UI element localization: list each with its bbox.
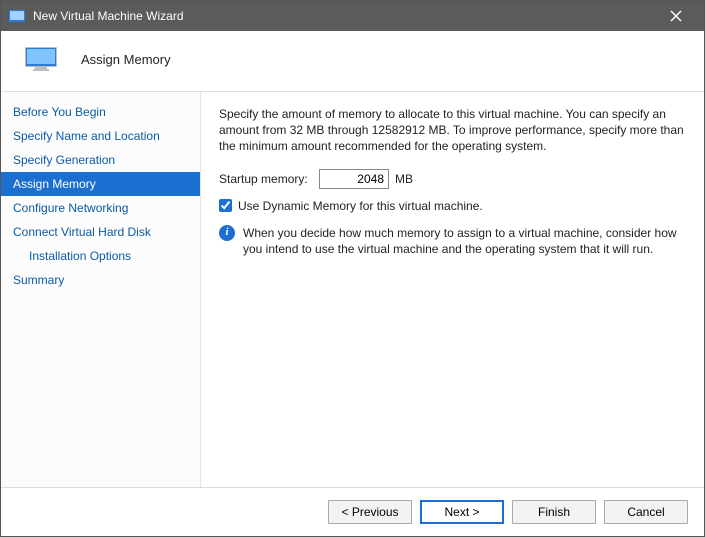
step-connect-vhd[interactable]: Connect Virtual Hard Disk: [1, 220, 200, 244]
wizard-body: Before You Begin Specify Name and Locati…: [1, 92, 704, 487]
previous-button[interactable]: < Previous: [328, 500, 412, 524]
step-specify-name[interactable]: Specify Name and Location: [1, 124, 200, 148]
step-configure-networking[interactable]: Configure Networking: [1, 196, 200, 220]
startup-memory-label: Startup memory:: [219, 172, 319, 186]
info-row: i When you decide how much memory to ass…: [219, 225, 686, 257]
step-before-you-begin[interactable]: Before You Begin: [1, 100, 200, 124]
wizard-header: Assign Memory: [1, 31, 704, 92]
monitor-icon: [25, 47, 57, 71]
description-text: Specify the amount of memory to allocate…: [219, 106, 686, 155]
finish-button[interactable]: Finish: [512, 500, 596, 524]
info-icon: i: [219, 225, 235, 241]
startup-memory-input[interactable]: [319, 169, 389, 189]
step-assign-memory[interactable]: Assign Memory: [1, 172, 200, 196]
dynamic-memory-label: Use Dynamic Memory for this virtual mach…: [238, 199, 483, 213]
close-button[interactable]: [656, 1, 696, 31]
info-text: When you decide how much memory to assig…: [243, 225, 686, 257]
step-summary[interactable]: Summary: [1, 268, 200, 292]
close-icon: [670, 10, 682, 22]
steps-sidebar: Before You Begin Specify Name and Locati…: [1, 92, 201, 487]
wizard-icon: [9, 8, 25, 24]
startup-memory-row: Startup memory: MB: [219, 169, 686, 189]
step-specify-generation[interactable]: Specify Generation: [1, 148, 200, 172]
wizard-window: New Virtual Machine Wizard Assign Memory…: [0, 0, 705, 537]
next-button[interactable]: Next >: [420, 500, 504, 524]
page-title: Assign Memory: [81, 52, 171, 67]
dynamic-memory-checkbox[interactable]: [219, 199, 232, 212]
wizard-footer: < Previous Next > Finish Cancel: [1, 487, 704, 536]
startup-memory-unit: MB: [395, 172, 413, 186]
window-title: New Virtual Machine Wizard: [33, 9, 184, 23]
titlebar: New Virtual Machine Wizard: [1, 1, 704, 31]
wizard-content: Specify the amount of memory to allocate…: [201, 92, 704, 487]
step-installation-options[interactable]: Installation Options: [1, 244, 200, 268]
cancel-button[interactable]: Cancel: [604, 500, 688, 524]
dynamic-memory-row: Use Dynamic Memory for this virtual mach…: [219, 199, 686, 213]
